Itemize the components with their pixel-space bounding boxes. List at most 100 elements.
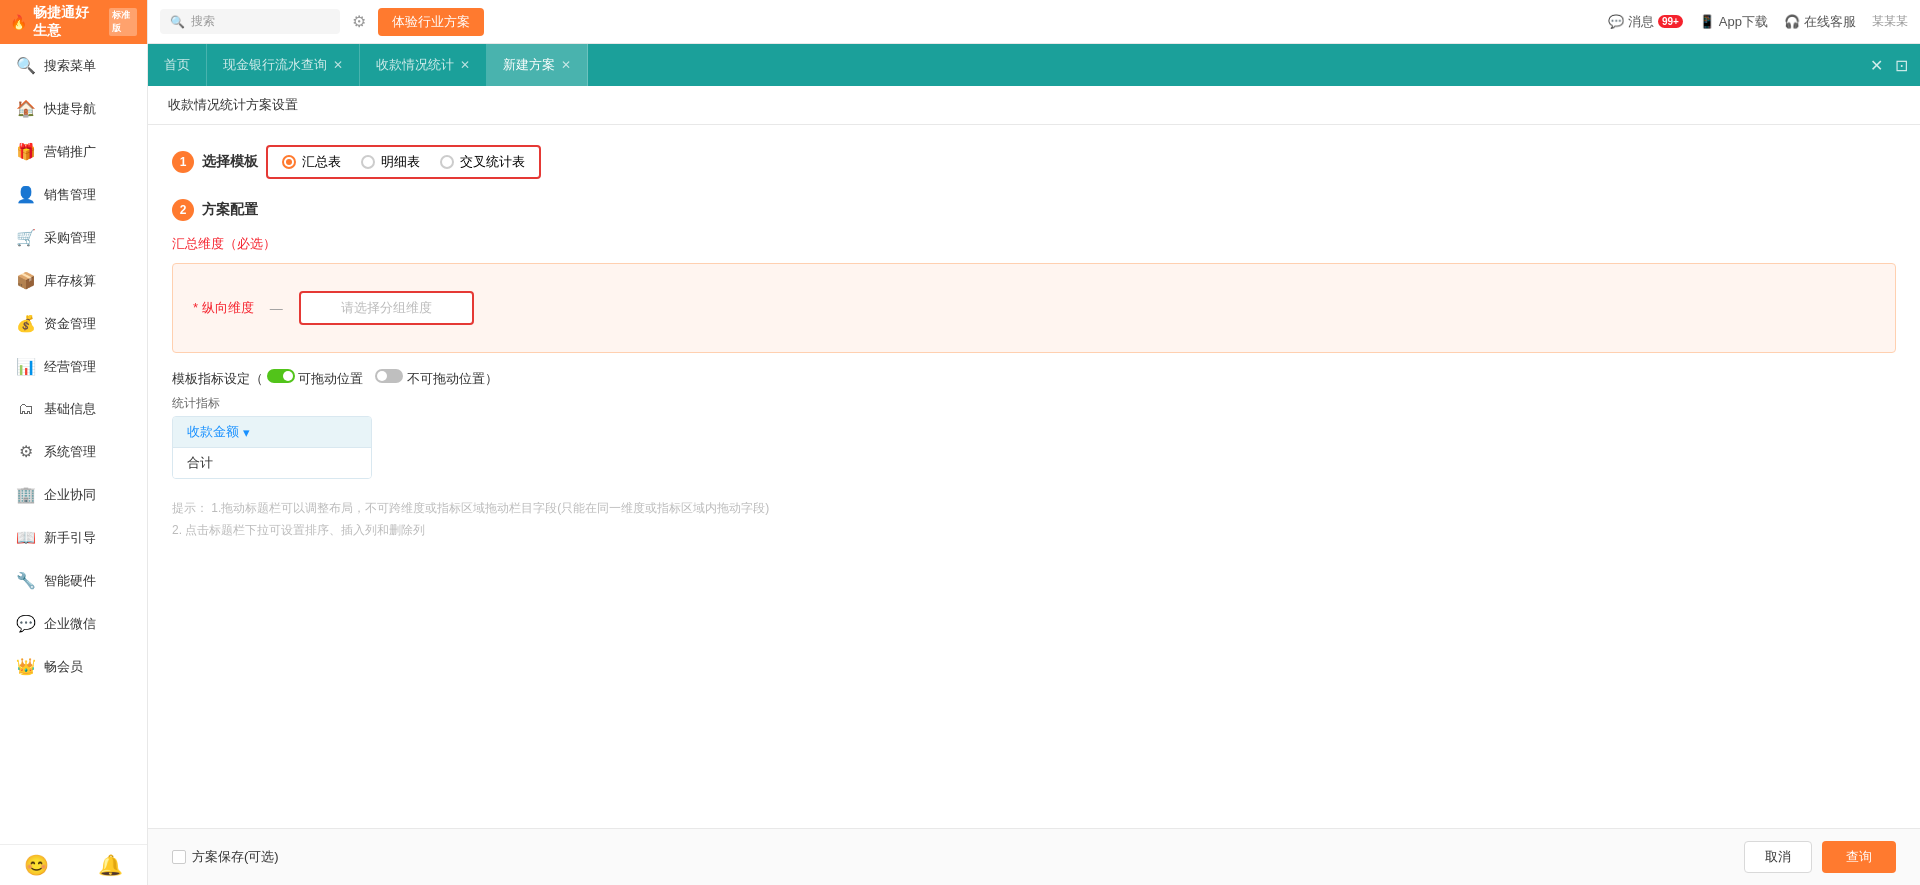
sidebar-item-label: 基础信息 bbox=[44, 400, 96, 418]
message-badge: 99+ bbox=[1658, 15, 1683, 28]
logo-icon: 🔥 bbox=[10, 14, 27, 30]
metrics-table-header: 收款金额 ▾ bbox=[173, 417, 371, 448]
search-icon: 🔍 bbox=[16, 56, 36, 75]
non-draggable-toggle[interactable] bbox=[375, 369, 403, 383]
sidebar-item-hardware[interactable]: 🔧 智能硬件 bbox=[0, 559, 147, 602]
step1-header: 1 选择模板 汇总表 明细表 bbox=[172, 145, 1896, 179]
user-name: 某某某 bbox=[1872, 13, 1908, 30]
radio-summary[interactable]: 汇总表 bbox=[282, 153, 341, 171]
metrics-column-header[interactable]: 收款金额 ▾ bbox=[187, 423, 250, 441]
sidebar-item-guide[interactable]: 📖 新手引导 bbox=[0, 516, 147, 559]
search-box[interactable]: 🔍 搜索 bbox=[160, 9, 340, 34]
radio-detail[interactable]: 明细表 bbox=[361, 153, 420, 171]
dimension-select[interactable]: 请选择分组维度 bbox=[299, 291, 474, 325]
radio-summary-circle bbox=[282, 155, 296, 169]
tab-bank-flow[interactable]: 现金银行流水查询 ✕ bbox=[207, 44, 360, 86]
sidebar-item-member[interactable]: 👑 畅会员 bbox=[0, 645, 147, 688]
sidebar-item-label: 智能硬件 bbox=[44, 572, 96, 590]
search-placeholder: 搜索 bbox=[191, 13, 215, 30]
sidebar-item-quick-nav[interactable]: 🏠 快捷导航 bbox=[0, 87, 147, 130]
cancel-button[interactable]: 取消 bbox=[1744, 841, 1812, 873]
sidebar-item-label: 畅会员 bbox=[44, 658, 83, 676]
tab-close-icon[interactable]: ✕ bbox=[1870, 56, 1883, 75]
step1-title: 选择模板 bbox=[202, 153, 258, 171]
sidebar-item-enterprise[interactable]: 🏢 企业协同 bbox=[0, 473, 147, 516]
radio-detail-circle bbox=[361, 155, 375, 169]
tabbar-actions: ✕ ⊡ bbox=[1858, 44, 1920, 86]
tab-bank-flow-close[interactable]: ✕ bbox=[333, 58, 343, 72]
tab-bank-flow-label: 现金银行流水查询 bbox=[223, 56, 327, 74]
app-download-item[interactable]: 📱 App下载 bbox=[1699, 13, 1768, 31]
box-icon: 📦 bbox=[16, 271, 36, 290]
app-name: 畅捷通好生意 bbox=[33, 4, 103, 40]
tab-expand-icon[interactable]: ⊡ bbox=[1895, 56, 1908, 75]
sidebar-item-label: 搜索菜单 bbox=[44, 57, 96, 75]
radio-summary-label: 汇总表 bbox=[302, 153, 341, 171]
sidebar-item-marketing[interactable]: 🎁 营销推广 bbox=[0, 130, 147, 173]
save-checkbox[interactable]: 方案保存(可选) bbox=[172, 848, 279, 866]
app-badge: 标准版 bbox=[109, 8, 137, 36]
sidebar-bottom-icon-1[interactable]: 😊 bbox=[24, 853, 49, 877]
search-icon: 🔍 bbox=[170, 15, 185, 29]
radio-detail-label: 明细表 bbox=[381, 153, 420, 171]
draggable-toggle[interactable] bbox=[267, 369, 295, 383]
tab-home-label: 首页 bbox=[164, 56, 190, 74]
message-item[interactable]: 💬 消息 99+ bbox=[1608, 13, 1683, 31]
sidebar-item-operations[interactable]: 📊 经营管理 bbox=[0, 345, 147, 388]
online-service-label: 在线客服 bbox=[1804, 13, 1856, 31]
tab-collection-stat-close[interactable]: ✕ bbox=[460, 58, 470, 72]
tab-new-plan[interactable]: 新建方案 ✕ bbox=[487, 44, 588, 86]
trial-button[interactable]: 体验行业方案 bbox=[378, 8, 484, 36]
metrics-table: 收款金额 ▾ 合计 bbox=[172, 416, 372, 479]
sidebar-item-label: 销售管理 bbox=[44, 186, 96, 204]
sidebar-item-label: 资金管理 bbox=[44, 315, 96, 333]
radio-cross[interactable]: 交叉统计表 bbox=[440, 153, 525, 171]
crown-icon: 👑 bbox=[16, 657, 36, 676]
app-download-label: App下载 bbox=[1719, 13, 1768, 31]
topbar-right: 💬 消息 99+ 📱 App下载 🎧 在线客服 某某某 bbox=[1608, 13, 1908, 31]
sidebar-item-sales[interactable]: 👤 销售管理 bbox=[0, 173, 147, 216]
dimension-row: * 纵向维度 — 请选择分组维度 bbox=[193, 291, 474, 325]
sidebar-item-label: 库存核算 bbox=[44, 272, 96, 290]
dim-arrow: — bbox=[270, 301, 283, 316]
step2-section: 2 方案配置 汇总维度（必选） * 纵向维度 — 请选择分组维度 bbox=[172, 199, 1896, 541]
sidebar-item-label: 企业协同 bbox=[44, 486, 96, 504]
sidebar-item-system[interactable]: ⚙ 系统管理 bbox=[0, 430, 147, 473]
gift-icon: 🎁 bbox=[16, 142, 36, 161]
sidebar-item-wechat[interactable]: 💬 企业微信 bbox=[0, 602, 147, 645]
query-button[interactable]: 查询 bbox=[1822, 841, 1896, 873]
save-label: 方案保存(可选) bbox=[192, 848, 279, 866]
cart-icon: 🛒 bbox=[16, 228, 36, 247]
template-select-box: 汇总表 明细表 交叉统计表 bbox=[266, 145, 541, 179]
sidebar-bottom-icon-2[interactable]: 🔔 bbox=[98, 853, 123, 877]
chat-icon: 💬 bbox=[16, 614, 36, 633]
tab-collection-stat[interactable]: 收款情况统计 ✕ bbox=[360, 44, 487, 86]
online-service-item[interactable]: 🎧 在线客服 bbox=[1784, 13, 1856, 31]
sidebar: 🔥 畅捷通好生意 标准版 🔍 搜索菜单 🏠 快捷导航 🎁 营销推广 👤 销售管理… bbox=[0, 0, 148, 885]
headset-icon: 🎧 bbox=[1784, 14, 1800, 29]
tab-new-plan-label: 新建方案 bbox=[503, 56, 555, 74]
app-logo: 🔥 畅捷通好生意 标准版 bbox=[0, 0, 147, 44]
settings-icon[interactable]: ⚙ bbox=[352, 12, 366, 31]
sidebar-item-purchase[interactable]: 🛒 采购管理 bbox=[0, 216, 147, 259]
building-icon: 🏢 bbox=[16, 485, 36, 504]
tab-new-plan-close[interactable]: ✕ bbox=[561, 58, 571, 72]
content-area: 收款情况统计方案设置 1 选择模板 汇总表 bbox=[148, 86, 1920, 885]
tab-collection-stat-label: 收款情况统计 bbox=[376, 56, 454, 74]
message-icon: 💬 bbox=[1608, 14, 1624, 29]
sidebar-item-search-menu[interactable]: 🔍 搜索菜单 bbox=[0, 44, 147, 87]
book-icon: 📖 bbox=[16, 528, 36, 547]
sidebar-item-inventory[interactable]: 📦 库存核算 bbox=[0, 259, 147, 302]
breadcrumb: 收款情况统计方案设置 bbox=[168, 97, 298, 112]
step2-number: 2 bbox=[172, 199, 194, 221]
folder-icon: 🗂 bbox=[16, 400, 36, 418]
sidebar-item-base-info[interactable]: 🗂 基础信息 bbox=[0, 388, 147, 430]
tip-2: 2. 点击标题栏下拉可设置排序、插入列和删除列 bbox=[172, 520, 1896, 542]
tab-home[interactable]: 首页 bbox=[148, 44, 207, 86]
topbar: 🔍 搜索 ⚙ 体验行业方案 💬 消息 99+ 📱 App下载 🎧 在线客服 某某… bbox=[148, 0, 1920, 44]
vertical-dim-label: * 纵向维度 bbox=[193, 299, 254, 317]
metrics-table-row: 合计 bbox=[173, 448, 371, 478]
user-icon: 👤 bbox=[16, 185, 36, 204]
save-checkbox-box[interactable] bbox=[172, 850, 186, 864]
sidebar-item-finance[interactable]: 💰 资金管理 bbox=[0, 302, 147, 345]
